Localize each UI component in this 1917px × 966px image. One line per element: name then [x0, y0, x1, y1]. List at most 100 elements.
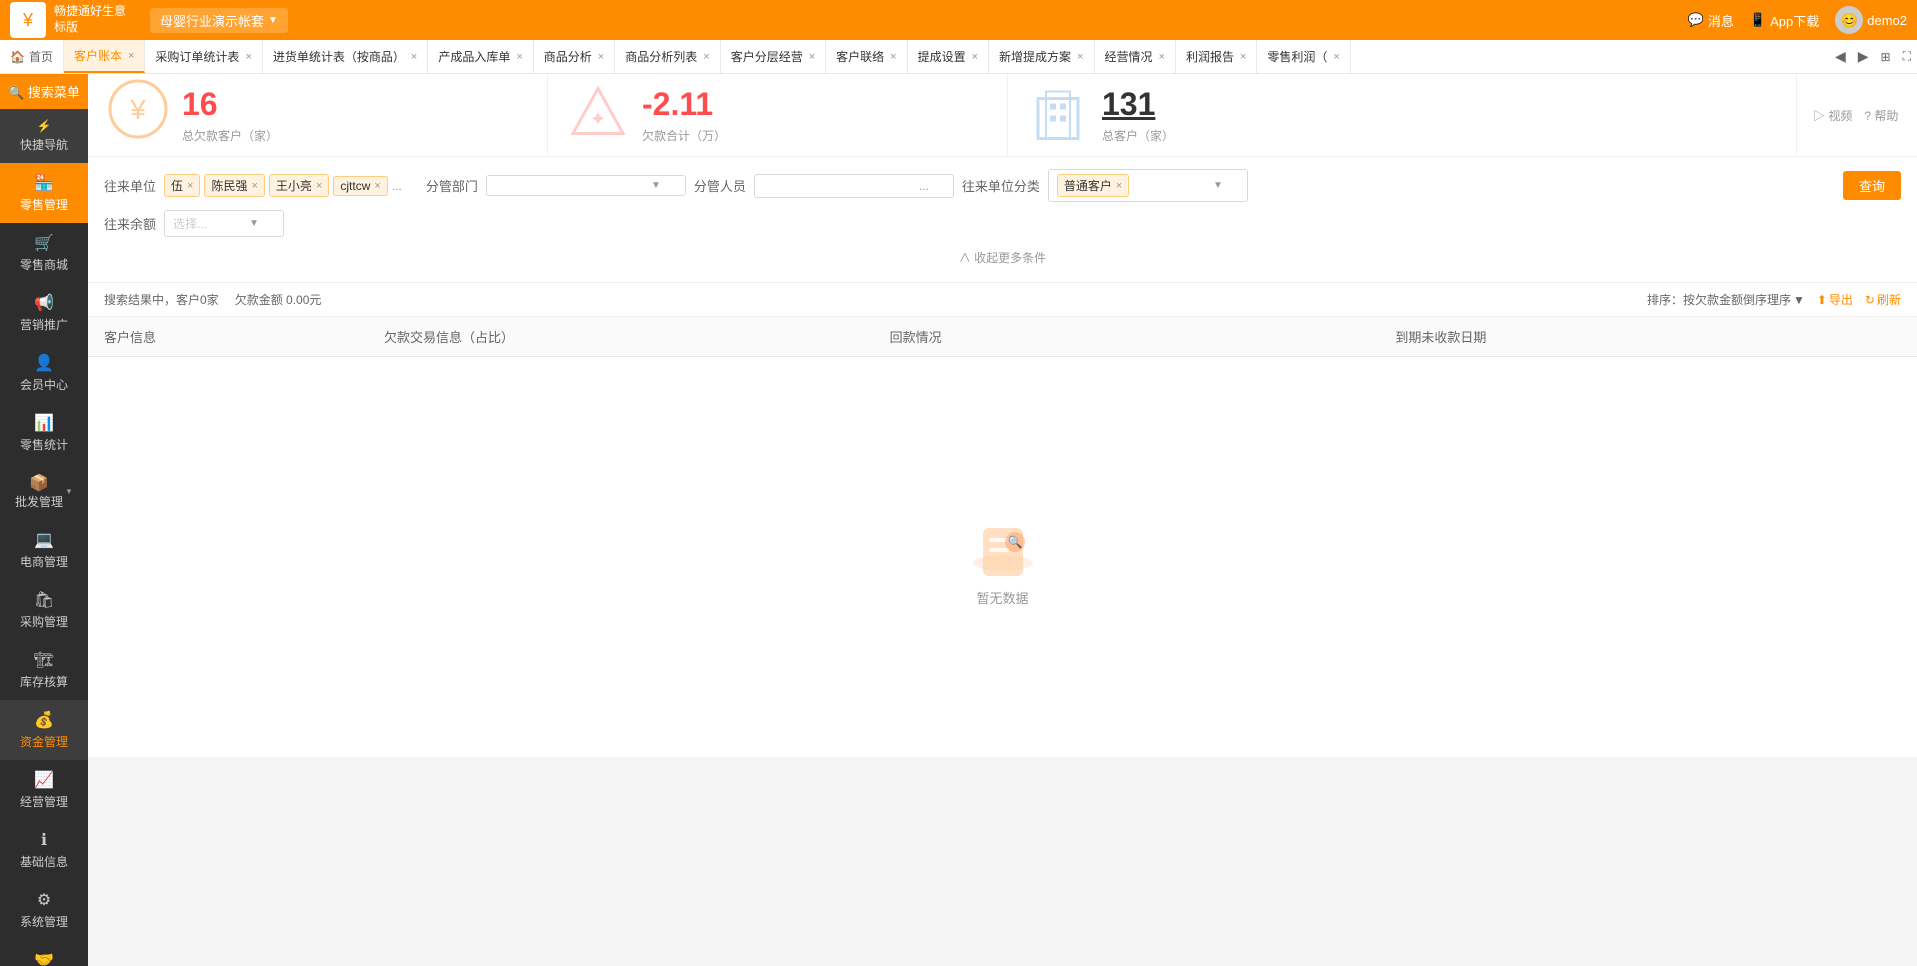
tab-close-icon[interactable]: ×: [128, 50, 134, 62]
system-label: 系统管理: [20, 913, 68, 930]
ecommerce-icon: 💻: [34, 530, 54, 550]
tab-customer-tier[interactable]: 客户分层经营 ×: [721, 40, 826, 73]
tab-close-icon[interactable]: ×: [1159, 51, 1165, 63]
tab-customers[interactable]: 客户账本 ×: [64, 40, 145, 73]
export-label: 导出: [1829, 291, 1853, 308]
tab-expand-icon[interactable]: ⊞: [1875, 50, 1897, 64]
sort-btn[interactable]: 排序：按欠款金额倒序理序 ▼: [1647, 291, 1805, 308]
tab-purchase-order[interactable]: 采购订单统计表 ×: [145, 40, 262, 73]
sidebar-item-retail-mall[interactable]: 🛒 零售商城: [0, 223, 88, 283]
tab-close-icon[interactable]: ×: [890, 51, 896, 63]
message-label: 消息: [1708, 11, 1734, 30]
unit-class-label: 往来单位分类: [962, 176, 1040, 195]
finance-label: 资金管理: [20, 733, 68, 750]
tab-close-icon[interactable]: ×: [1333, 51, 1339, 63]
sidebar-item-system[interactable]: ⚙ 系统管理: [0, 880, 88, 940]
tab-close-icon[interactable]: ×: [1077, 51, 1083, 63]
sidebar-item-operations[interactable]: 📈 经营管理: [0, 760, 88, 820]
tab-home[interactable]: 🏠 首页: [0, 40, 64, 73]
sidebar-item-retail-stats[interactable]: 📊 零售统计: [0, 403, 88, 463]
unit-class-chevron-icon: ▼: [1213, 180, 1223, 191]
nav-icon: ⚡: [37, 119, 52, 133]
tag-close-wang-icon[interactable]: ×: [316, 180, 322, 192]
tab-left-arrow[interactable]: ◀: [1829, 48, 1852, 65]
logo-icon: ¥: [10, 2, 46, 38]
tab-close-icon[interactable]: ×: [972, 51, 978, 63]
export-icon: ⬆: [1817, 293, 1827, 307]
header-right: 💬 消息 📱 App下载 😊 demo2: [1688, 6, 1907, 34]
wholesale-label: 批发管理: [15, 493, 63, 510]
search-icon: 🔍: [8, 85, 24, 100]
stats-label: 零售统计: [20, 436, 68, 453]
retail-icon: 🏪: [34, 173, 54, 193]
sidebar-item-purchase[interactable]: 🛍 采购管理: [0, 580, 88, 640]
basic-icon: ℹ: [41, 830, 47, 850]
query-button[interactable]: 查询: [1843, 171, 1901, 200]
sidebar-item-finance[interactable]: 💰 资金管理: [0, 700, 88, 760]
user-menu-btn[interactable]: 😊 demo2: [1835, 6, 1907, 34]
tab-close-icon[interactable]: ×: [598, 51, 604, 63]
ops-label: 经营管理: [20, 793, 68, 810]
home-icon: 🏠: [10, 50, 25, 64]
tag-close-normal-icon[interactable]: ×: [1116, 180, 1122, 192]
sidebar-search[interactable]: 🔍 搜索菜单: [0, 74, 88, 109]
tab-product-analysis-list[interactable]: 商品分析列表 ×: [615, 40, 720, 73]
dept-select[interactable]: ▼: [486, 175, 686, 196]
stat-debt-label: 欠款合计（万）: [642, 127, 983, 144]
sidebar-item-enterprise[interactable]: 🤝 企业协同: [0, 940, 88, 966]
tab-product-inbound[interactable]: 产成品入库单 ×: [428, 40, 533, 73]
tab-product-analysis[interactable]: 商品分析 ×: [534, 40, 615, 73]
sort-chevron-icon: ▼: [1793, 293, 1805, 307]
unit-class-select[interactable]: 普通客户 × ▼: [1048, 169, 1248, 202]
message-btn[interactable]: 💬 消息: [1688, 11, 1734, 30]
stat-bg-building-icon: [1028, 84, 1088, 144]
tab-right-arrow[interactable]: ▶: [1852, 48, 1875, 65]
person-more-icon[interactable]: ...: [919, 179, 929, 193]
workspace-selector[interactable]: 母婴行业演示帐套 ▼: [150, 8, 288, 33]
filter-more-tags[interactable]: ...: [392, 179, 402, 193]
tab-inbound-stats[interactable]: 进货单统计表（按商品） ×: [263, 40, 428, 73]
sidebar-item-wholesale[interactable]: 📦 批发管理 ▼: [0, 463, 88, 520]
tab-profit-report[interactable]: 利润报告 ×: [1176, 40, 1257, 73]
sidebar-item-marketing[interactable]: 📢 营销推广: [0, 283, 88, 343]
app-download-btn[interactable]: 📱 App下载: [1750, 11, 1819, 30]
tab-promotion-settings[interactable]: 提成设置 ×: [908, 40, 989, 73]
tag-close-chen-icon[interactable]: ×: [251, 180, 257, 192]
sidebar-item-basic-info[interactable]: ℹ 基础信息: [0, 820, 88, 880]
tab-biz-situation[interactable]: 经营情况 ×: [1095, 40, 1176, 73]
sidebar-quick-nav[interactable]: ⚡ 快捷导航: [0, 109, 88, 163]
tab-fullscreen-icon[interactable]: ⛶: [1897, 49, 1917, 64]
member-icon: 👤: [34, 353, 54, 373]
help-area: ▷ 视频 ? 帮助: [1797, 74, 1917, 156]
refresh-btn[interactable]: ↻ 刷新: [1865, 291, 1901, 308]
tab-close-icon[interactable]: ×: [516, 51, 522, 63]
sidebar-item-retail[interactable]: 🏪 零售管理: [0, 163, 88, 223]
tab-close-icon[interactable]: ×: [703, 51, 709, 63]
col-customer-info: 客户信息: [104, 327, 384, 346]
tag-close-cjttcw-icon[interactable]: ×: [374, 180, 380, 192]
tab-close-icon[interactable]: ×: [411, 51, 417, 63]
tab-close-icon[interactable]: ×: [809, 51, 815, 63]
sidebar-item-member[interactable]: 👤 会员中心: [0, 343, 88, 403]
collapse-bar[interactable]: ∧ 收起更多条件: [104, 245, 1901, 270]
tag-close-wu-icon[interactable]: ×: [187, 180, 193, 192]
nav-tabs: 🏠 首页 客户账本 × 采购订单统计表 × 进货单统计表（按商品） × 产成品入…: [0, 40, 1917, 74]
filter-tag-wu: 伍 ×: [164, 174, 200, 197]
export-btn[interactable]: ⬆ 导出: [1817, 291, 1853, 308]
tab-new-achievement[interactable]: 新增提成方案 ×: [989, 40, 1094, 73]
help-btn[interactable]: ? 帮助: [1864, 107, 1898, 124]
stat-customers-label: 总欠款客户（家）: [182, 127, 523, 144]
tab-close-icon[interactable]: ×: [245, 51, 251, 63]
tab-retail-profit[interactable]: 零售利润（ ×: [1257, 40, 1350, 73]
person-select[interactable]: ...: [754, 174, 954, 198]
sidebar-item-ecommerce[interactable]: 💻 电商管理: [0, 520, 88, 580]
tab-customer-contact[interactable]: 客户联络 ×: [826, 40, 907, 73]
balance-select[interactable]: 选择... ▼: [164, 210, 284, 237]
logo-line1: 畅捷通好生意: [54, 4, 126, 20]
tab-close-icon[interactable]: ×: [1240, 51, 1246, 63]
video-btn[interactable]: ▷ 视频: [1813, 107, 1852, 124]
ecommerce-label: 电商管理: [20, 553, 68, 570]
sidebar-item-inventory[interactable]: 🏗 库存核算: [0, 640, 88, 700]
video-icon: ▷: [1813, 109, 1825, 123]
stat-debt-value: -2.11: [642, 86, 983, 123]
